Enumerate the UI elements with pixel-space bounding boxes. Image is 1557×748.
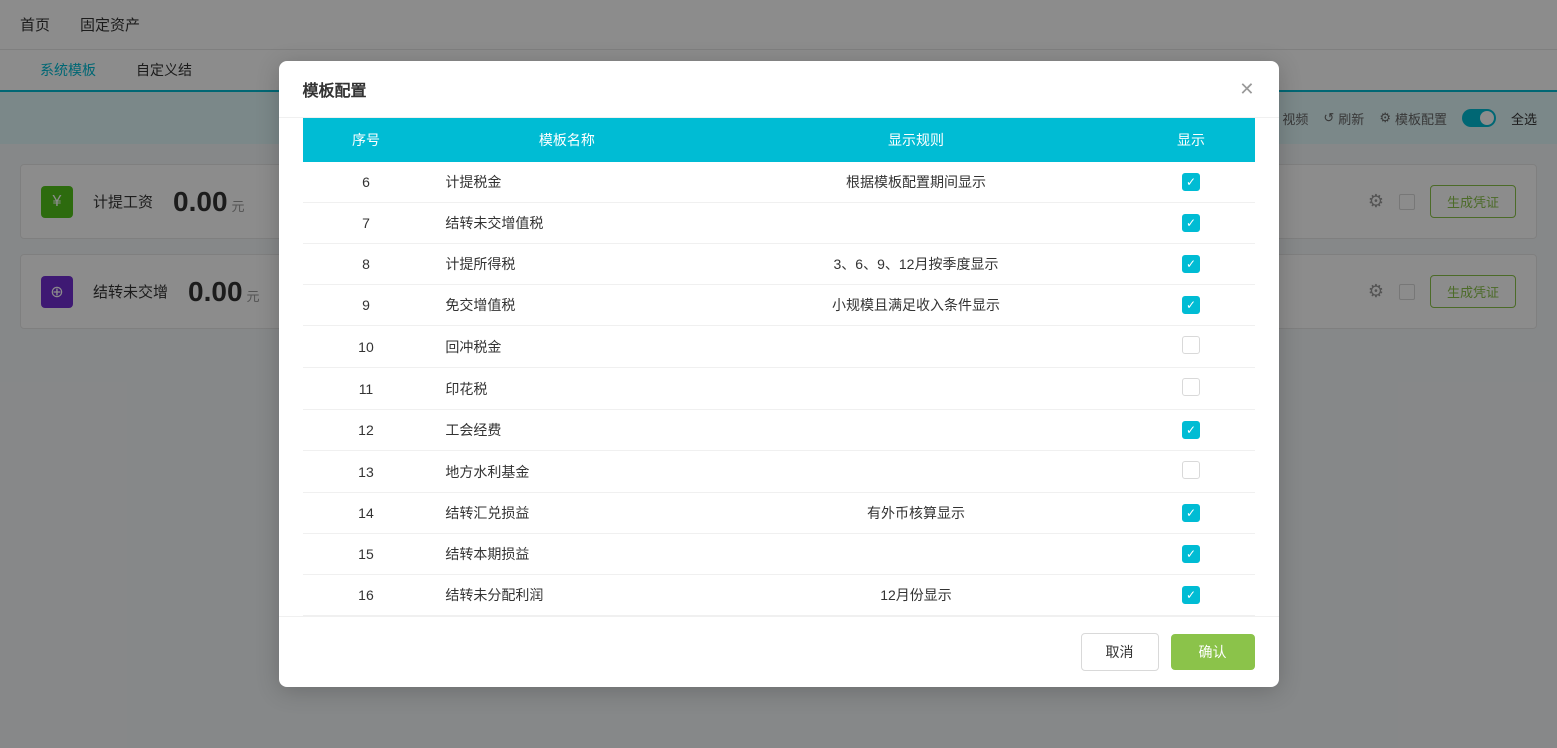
- table-row: 10回冲税金: [303, 326, 1255, 368]
- cell-name: 结转本期损益: [429, 534, 704, 575]
- cell-rule: [704, 534, 1127, 575]
- col-rule: 显示规则: [704, 118, 1127, 162]
- table-row: 15结转本期损益 ✓: [303, 534, 1255, 575]
- cell-checkbox[interactable]: ✓: [1128, 493, 1255, 534]
- cell-rule: 有外币核算显示: [704, 493, 1127, 534]
- cell-seq: 13: [303, 451, 430, 493]
- modal-overlay: 模板配置 ✕ 序号 模板名称 显示规则 显示 6计提税金根据模板配置期间显示✓7…: [0, 0, 1557, 748]
- cell-rule: 12月份显示: [704, 575, 1127, 616]
- modal-table-container: 序号 模板名称 显示规则 显示 6计提税金根据模板配置期间显示✓7结转未交增值税…: [279, 118, 1279, 616]
- modal-header: 模板配置 ✕: [279, 61, 1279, 118]
- cell-seq: 9: [303, 285, 430, 326]
- cell-checkbox[interactable]: ✓: [1128, 203, 1255, 244]
- cell-rule: 小规模且满足收入条件显示: [704, 285, 1127, 326]
- checkbox-unchecked[interactable]: [1182, 378, 1200, 396]
- table-row: 16结转未分配利润12月份显示 ✓: [303, 575, 1255, 616]
- checkbox-checked[interactable]: ✓: [1182, 214, 1200, 232]
- cell-seq: 10: [303, 326, 430, 368]
- cell-name: 结转汇兑损益: [429, 493, 704, 534]
- modal-footer: 取消 确认: [279, 616, 1279, 687]
- table-body: 6计提税金根据模板配置期间显示✓7结转未交增值税✓8计提所得税3、6、9、12月…: [303, 162, 1255, 616]
- cell-checkbox[interactable]: ✓: [1128, 410, 1255, 451]
- modal-title: 模板配置: [303, 77, 367, 101]
- cell-seq: 16: [303, 575, 430, 616]
- table-row: 11印花税: [303, 368, 1255, 410]
- table-row: 9免交增值税小规模且满足收入条件显示 ✓: [303, 285, 1255, 326]
- cell-rule: 3、6、9、12月按季度显示: [704, 244, 1127, 285]
- cancel-button[interactable]: 取消: [1081, 633, 1159, 671]
- cell-rule: [704, 326, 1127, 368]
- confirm-button[interactable]: 确认: [1171, 634, 1255, 670]
- cell-checkbox[interactable]: [1128, 326, 1255, 368]
- checkbox-checked[interactable]: ✓: [1182, 296, 1200, 314]
- cell-rule: [704, 368, 1127, 410]
- cell-checkbox[interactable]: ✓: [1128, 575, 1255, 616]
- col-display: 显示: [1128, 118, 1255, 162]
- config-table: 序号 模板名称 显示规则 显示 6计提税金根据模板配置期间显示✓7结转未交增值税…: [303, 118, 1255, 616]
- col-seq: 序号: [303, 118, 430, 162]
- checkbox-checked[interactable]: ✓: [1182, 255, 1200, 273]
- cell-name: 地方水利基金: [429, 451, 704, 493]
- col-name: 模板名称: [429, 118, 704, 162]
- cell-name: 计提税金: [429, 162, 704, 203]
- cell-seq: 8: [303, 244, 430, 285]
- cell-checkbox[interactable]: ✓: [1128, 244, 1255, 285]
- table-row: 14结转汇兑损益有外币核算显示 ✓: [303, 493, 1255, 534]
- cell-seq: 6: [303, 162, 430, 203]
- cell-checkbox[interactable]: [1128, 451, 1255, 493]
- cell-checkbox[interactable]: ✓: [1128, 162, 1255, 203]
- cell-name: 结转未分配利润: [429, 575, 704, 616]
- cell-rule: [704, 410, 1127, 451]
- cell-name: 免交增值税: [429, 285, 704, 326]
- modal: 模板配置 ✕ 序号 模板名称 显示规则 显示 6计提税金根据模板配置期间显示✓7…: [279, 61, 1279, 687]
- cell-name: 结转未交增值税: [429, 203, 704, 244]
- checkbox-checked[interactable]: ✓: [1182, 504, 1200, 522]
- cell-seq: 11: [303, 368, 430, 410]
- cell-seq: 14: [303, 493, 430, 534]
- cell-seq: 7: [303, 203, 430, 244]
- checkbox-checked[interactable]: ✓: [1182, 586, 1200, 604]
- checkbox-unchecked[interactable]: [1182, 336, 1200, 354]
- cell-name: 回冲税金: [429, 326, 704, 368]
- checkbox-checked[interactable]: ✓: [1182, 421, 1200, 439]
- cell-name: 计提所得税: [429, 244, 704, 285]
- checkbox-unchecked[interactable]: [1182, 461, 1200, 479]
- cell-checkbox[interactable]: ✓: [1128, 534, 1255, 575]
- close-icon[interactable]: ✕: [1239, 80, 1254, 98]
- cell-rule: 根据模板配置期间显示: [704, 162, 1127, 203]
- cell-rule: [704, 451, 1127, 493]
- table-row: 8计提所得税3、6、9、12月按季度显示 ✓: [303, 244, 1255, 285]
- table-row: 6计提税金根据模板配置期间显示 ✓: [303, 162, 1255, 203]
- cell-name: 印花税: [429, 368, 704, 410]
- table-row: 13地方水利基金: [303, 451, 1255, 493]
- table-row: 12工会经费 ✓: [303, 410, 1255, 451]
- cell-checkbox[interactable]: ✓: [1128, 285, 1255, 326]
- checkbox-checked[interactable]: ✓: [1182, 173, 1200, 191]
- cell-checkbox[interactable]: [1128, 368, 1255, 410]
- table-header-row: 序号 模板名称 显示规则 显示: [303, 118, 1255, 162]
- cell-seq: 15: [303, 534, 430, 575]
- table-row: 7结转未交增值税 ✓: [303, 203, 1255, 244]
- cell-name: 工会经费: [429, 410, 704, 451]
- cell-rule: [704, 203, 1127, 244]
- cell-seq: 12: [303, 410, 430, 451]
- checkbox-checked[interactable]: ✓: [1182, 545, 1200, 563]
